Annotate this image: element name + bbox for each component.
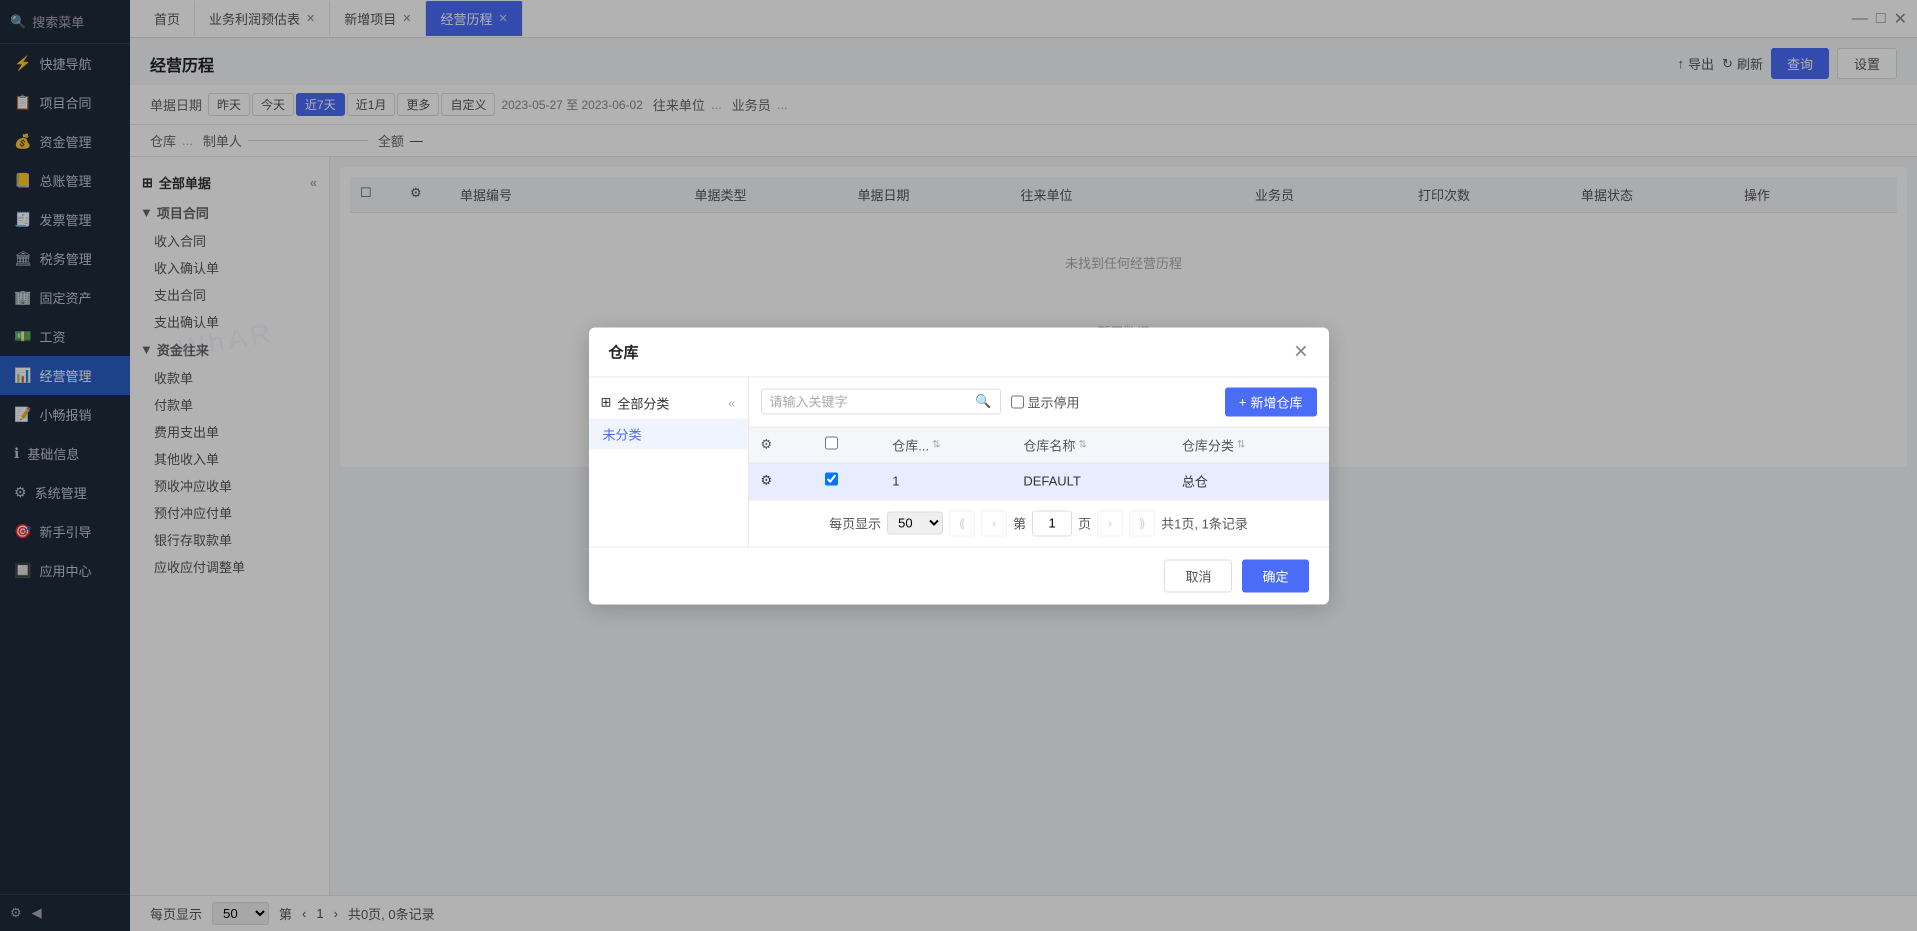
add-warehouse-btn[interactable]: + 新增仓库 xyxy=(1225,387,1317,416)
modal-category-uncategorized[interactable]: 未分类 xyxy=(589,418,748,449)
modal-search-icon: 🔍 xyxy=(975,394,991,410)
show-disabled-checkbox[interactable] xyxy=(1011,395,1024,408)
modal-right-panel: 🔍 显示停用 + 新增仓库 ⚙ xyxy=(749,377,1329,546)
modal-title: 仓库 xyxy=(609,341,639,362)
modal-col-name[interactable]: 仓库名称 ⇅ xyxy=(1011,427,1170,463)
row-name: 总仓 xyxy=(1170,463,1329,499)
modal-header: 仓库 ✕ xyxy=(589,327,1329,377)
modal-page-label: 第 xyxy=(1013,514,1026,533)
modal-uncategorized-label: 未分类 xyxy=(603,424,642,443)
modal-total-records: 共1页, 1条记录 xyxy=(1161,514,1248,533)
warehouse-modal: 仓库 ✕ ⊞ 全部分类 « 未分类 🔍 xyxy=(589,327,1329,604)
modal-table: ⚙ 仓库... ⇅ 仓库名称 ⇅ xyxy=(749,427,1329,499)
sort-icon-code: ⇅ xyxy=(932,439,940,450)
modal-search-input[interactable] xyxy=(770,394,970,409)
modal-left-header: ⊞ 全部分类 « xyxy=(589,387,748,418)
modal-cancel-btn[interactable]: 取消 xyxy=(1164,559,1232,592)
modal-all-categories[interactable]: 全部分类 xyxy=(617,393,669,412)
modal-left-collapse-btn[interactable]: « xyxy=(728,395,735,410)
sort-icon-name: ⇅ xyxy=(1078,439,1086,450)
row-checkbox-cell[interactable] xyxy=(813,463,880,499)
sort-icon-cat: ⇅ xyxy=(1237,439,1245,450)
modal-next-page-btn[interactable]: › xyxy=(1097,510,1123,536)
modal-page-suffix: 页 xyxy=(1078,514,1091,533)
modal-body: ⊞ 全部分类 « 未分类 🔍 显示停用 xyxy=(589,377,1329,546)
modal-per-page-select[interactable]: 50 100 xyxy=(887,512,943,535)
add-btn-label: 新增仓库 xyxy=(1250,392,1302,411)
modal-prev-page-btn[interactable]: ‹ xyxy=(981,510,1007,536)
modal-col-category[interactable]: 仓库分类 ⇅ xyxy=(1170,427,1329,463)
modal-last-page-btn[interactable]: ⟫ xyxy=(1129,510,1155,536)
row-checkbox[interactable] xyxy=(825,473,838,486)
row-id: 1 xyxy=(880,463,1011,499)
modal-close-btn[interactable]: ✕ xyxy=(1293,341,1308,362)
modal-left-panel: ⊞ 全部分类 « 未分类 xyxy=(589,377,749,546)
modal-footer: 取消 确定 xyxy=(589,546,1329,604)
modal-confirm-btn[interactable]: 确定 xyxy=(1242,559,1308,592)
show-disabled-label: 显示停用 xyxy=(1028,392,1080,411)
row-code: DEFAULT xyxy=(1011,463,1170,499)
modal-page-input[interactable] xyxy=(1032,510,1072,536)
modal-search-box[interactable]: 🔍 xyxy=(761,389,1001,415)
row-gear: ⚙ xyxy=(749,463,814,499)
modal-col-gear: ⚙ xyxy=(749,427,814,463)
plus-icon: + xyxy=(1239,394,1247,409)
modal-col-code[interactable]: 仓库... ⇅ xyxy=(880,427,1011,463)
modal-col-checkbox-all[interactable] xyxy=(813,427,880,463)
modal-pagination: 每页显示 50 100 ⟪ ‹ 第 页 › ⟫ 共1页, 1条记录 xyxy=(749,499,1329,546)
modal-toolbar: 🔍 显示停用 + 新增仓库 xyxy=(749,377,1329,427)
select-all-checkbox[interactable] xyxy=(825,437,838,450)
modal-first-page-btn[interactable]: ⟪ xyxy=(949,510,975,536)
table-row[interactable]: ⚙ 1 DEFAULT 总仓 xyxy=(749,463,1329,499)
modal-per-page-label: 每页显示 xyxy=(829,514,881,533)
show-disabled-checkbox-label[interactable]: 显示停用 xyxy=(1011,392,1080,411)
grid-icon2: ⊞ xyxy=(601,395,612,411)
